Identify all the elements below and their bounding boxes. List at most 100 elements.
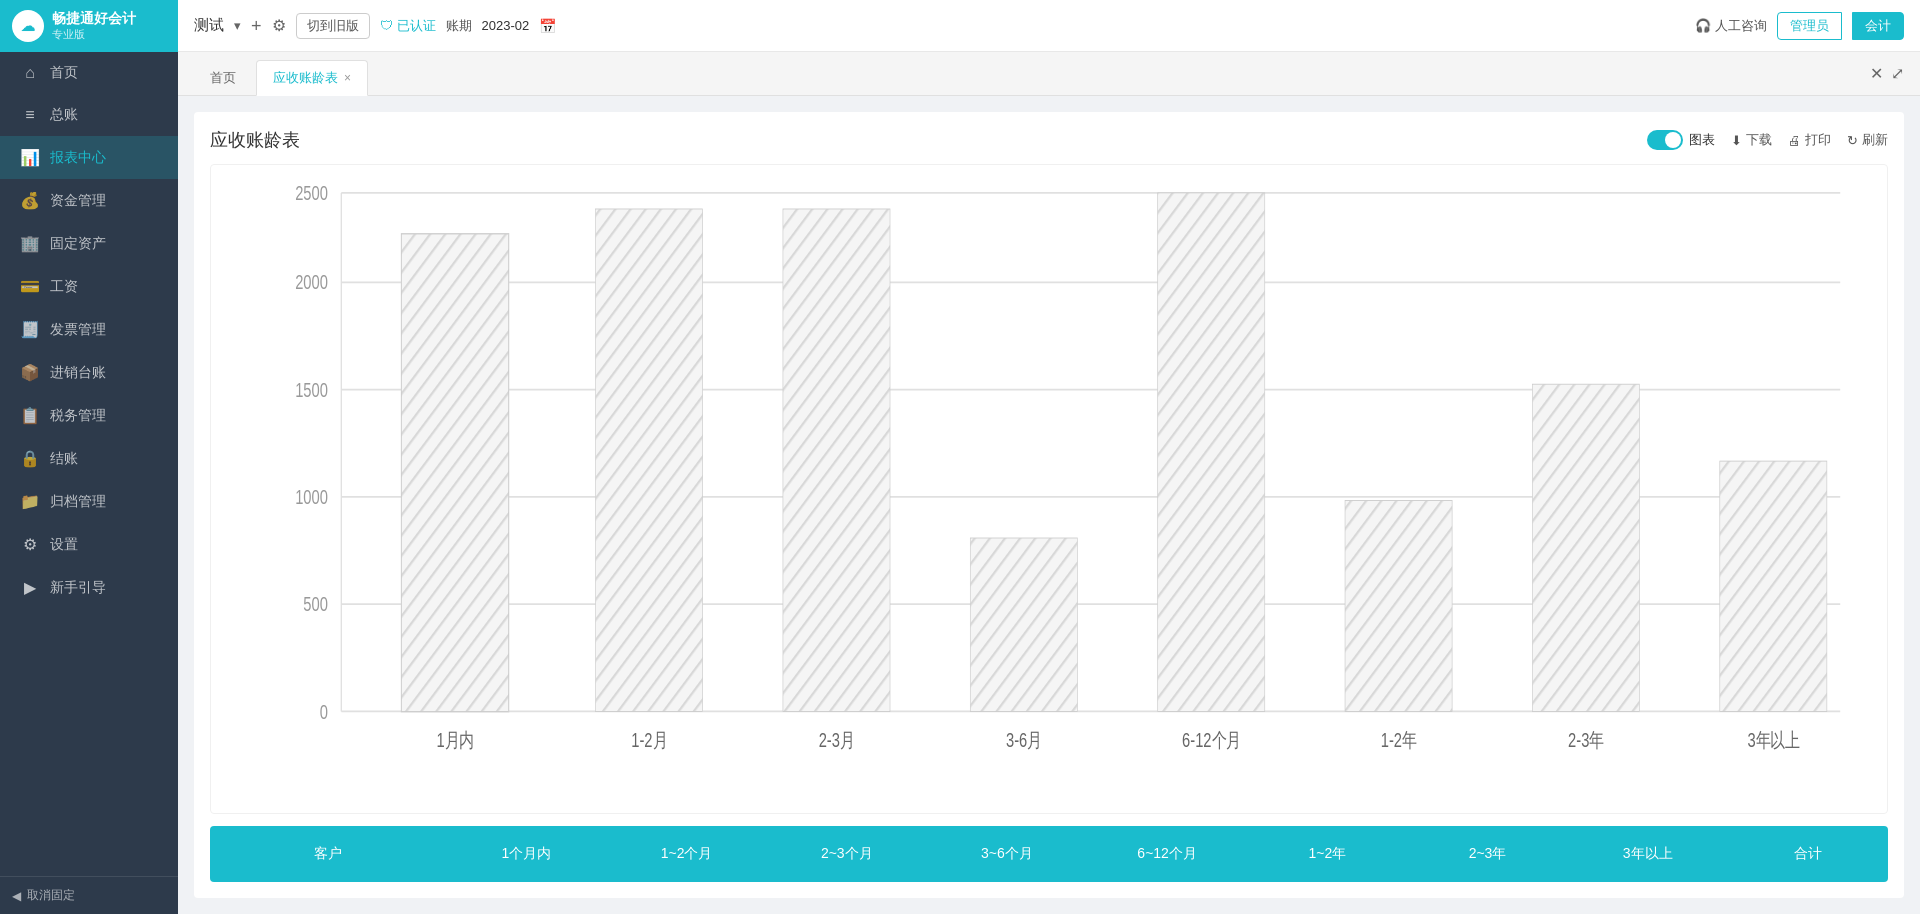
refresh-button[interactable]: ↻ 刷新 [1847, 131, 1888, 149]
period-label: 账期 [446, 17, 472, 35]
bar-chart: 0 500 1000 1500 2000 2500 [261, 175, 1867, 783]
report-actions: 图表 ⬇ 下载 🖨 打印 ↻ 刷新 [1647, 130, 1888, 150]
sidebar-item-label-payroll: 工资 [50, 278, 78, 296]
admin-button[interactable]: 管理员 [1777, 12, 1842, 40]
sidebar-item-icon-closing: 🔒 [20, 449, 40, 468]
sidebar-item-label-home: 首页 [50, 64, 78, 82]
sidebar-item-icon-tax: 📋 [20, 406, 40, 425]
calendar-icon[interactable]: 📅 [539, 18, 556, 34]
add-company-button[interactable]: + [251, 17, 262, 35]
sidebar-item-assets[interactable]: 🏢 固定资产 [0, 222, 178, 265]
svg-text:500: 500 [303, 593, 328, 616]
toggle-knob [1665, 132, 1681, 148]
sidebar-item-icon-payroll: 💳 [20, 277, 40, 296]
tab-close-aging[interactable]: × [344, 71, 351, 85]
svg-text:1-2年: 1-2年 [1381, 729, 1417, 752]
sidebar-item-label-funds: 资金管理 [50, 192, 106, 210]
sidebar-item-invoices[interactable]: 🧾 发票管理 [0, 308, 178, 351]
svg-text:2000: 2000 [295, 271, 328, 294]
svg-text:3-6月: 3-6月 [1006, 729, 1042, 752]
sidebar-item-home[interactable]: ⌂ 首页 [0, 52, 178, 94]
topbar: 测试 ▾ + ⚙ 切到旧版 🛡 已认证 账期 2023-02 📅 🎧 人工咨询 … [178, 0, 1920, 52]
chart-toggle[interactable]: 图表 [1647, 130, 1715, 150]
consult-label: 人工咨询 [1715, 17, 1767, 35]
svg-text:2-3月: 2-3月 [819, 729, 855, 752]
table-header-cell-2: 1~2个月 [606, 837, 766, 871]
svg-rect-19 [1345, 500, 1452, 711]
tabbar: 首页 应收账龄表 × ✕ ⤢ [178, 52, 1920, 96]
company-dropdown[interactable]: ▾ [234, 18, 241, 33]
certified-icon: 🛡 [380, 18, 393, 33]
sidebar-item-icon-funds: 💰 [20, 191, 40, 210]
download-label: 下载 [1746, 131, 1772, 149]
consult-button[interactable]: 🎧 人工咨询 [1695, 17, 1767, 35]
svg-text:1000: 1000 [295, 486, 328, 509]
sidebar-item-label-settings: 设置 [50, 536, 78, 554]
svg-text:6-12个月: 6-12个月 [1182, 729, 1240, 752]
table-header-cell-6: 1~2年 [1247, 837, 1407, 871]
sidebar-item-icon-inventory: 📦 [20, 363, 40, 382]
sidebar-item-guide[interactable]: ▶ 新手引导 [0, 566, 178, 609]
period-value: 2023-02 [482, 18, 530, 33]
sidebar-item-inventory[interactable]: 📦 进销台账 [0, 351, 178, 394]
toggle-switch[interactable] [1647, 130, 1683, 150]
svg-text:1500: 1500 [295, 379, 328, 402]
logo-text: 畅捷通好会计 专业版 [52, 10, 136, 42]
svg-rect-14 [402, 234, 509, 711]
expand-button[interactable]: ⤢ [1891, 64, 1904, 83]
svg-rect-21 [1720, 461, 1827, 711]
table-header-cell-9: 合计 [1728, 837, 1888, 871]
chart-area: 0 500 1000 1500 2000 2500 [210, 164, 1888, 814]
sidebar-item-label-invoices: 发票管理 [50, 321, 106, 339]
chart-toggle-label: 图表 [1689, 131, 1715, 149]
sidebar-item-icon-settings: ⚙ [20, 535, 40, 554]
sidebar-item-icon-assets: 🏢 [20, 234, 40, 253]
table-header-cell-0: 客户 [210, 837, 446, 871]
role-button[interactable]: 会计 [1852, 12, 1904, 40]
content-area: 应收账龄表 图表 ⬇ 下载 🖨 打印 [178, 96, 1920, 914]
download-button[interactable]: ⬇ 下载 [1731, 131, 1772, 149]
table-header-cell-4: 3~6个月 [927, 837, 1087, 871]
sidebar-item-tax[interactable]: 📋 税务管理 [0, 394, 178, 437]
sidebar-item-closing[interactable]: 🔒 结账 [0, 437, 178, 480]
refresh-icon: ↻ [1847, 133, 1858, 148]
print-icon: 🖨 [1788, 133, 1801, 148]
svg-rect-20 [1532, 384, 1639, 711]
print-button[interactable]: 🖨 打印 [1788, 131, 1831, 149]
tabbar-right: ✕ ⤢ [1870, 64, 1904, 83]
certified-label: 已认证 [397, 17, 436, 35]
tab-aging[interactable]: 应收账龄表 × [256, 60, 368, 96]
company-settings-icon[interactable]: ⚙ [272, 16, 286, 35]
tab-label-aging: 应收账龄表 [273, 69, 338, 87]
svg-text:0: 0 [320, 701, 328, 724]
company-name: 测试 [194, 16, 224, 35]
svg-rect-15 [596, 209, 703, 711]
unpin-button[interactable]: ◀ 取消固定 [0, 876, 178, 914]
sidebar-item-settings[interactable]: ⚙ 设置 [0, 523, 178, 566]
sidebar-item-label-closing: 结账 [50, 450, 78, 468]
sidebar-item-funds[interactable]: 💰 资金管理 [0, 179, 178, 222]
sidebar-item-label-inventory: 进销台账 [50, 364, 106, 382]
switch-old-version-button[interactable]: 切到旧版 [296, 13, 370, 39]
tab-label-home: 首页 [210, 69, 236, 87]
svg-text:1-2月: 1-2月 [631, 729, 667, 752]
sidebar-item-label-archive: 归档管理 [50, 493, 106, 511]
report-panel: 应收账龄表 图表 ⬇ 下载 🖨 打印 [194, 112, 1904, 898]
sidebar-logo: ☁ 畅捷通好会计 专业版 [0, 0, 178, 52]
sidebar-item-ledger[interactable]: ≡ 总账 [0, 94, 178, 136]
refresh-label: 刷新 [1862, 131, 1888, 149]
sidebar-item-payroll[interactable]: 💳 工资 [0, 265, 178, 308]
tab-home[interactable]: 首页 [194, 61, 252, 95]
logo-icon: ☁ [12, 10, 44, 42]
sidebar-item-archive[interactable]: 📁 归档管理 [0, 480, 178, 523]
sidebar-nav: ⌂ 首页 ≡ 总账 📊 报表中心 💰 资金管理 🏢 固定资产 💳 工资 🧾 发票… [0, 52, 178, 876]
table-header-cell-1: 1个月内 [446, 837, 606, 871]
consult-icon: 🎧 [1695, 18, 1711, 33]
sidebar-item-label-assets: 固定资产 [50, 235, 106, 253]
sidebar-item-label-reports: 报表中心 [50, 149, 106, 167]
svg-text:2500: 2500 [295, 182, 328, 205]
sidebar-item-reports[interactable]: 📊 报表中心 [0, 136, 178, 179]
print-label: 打印 [1805, 131, 1831, 149]
table-header-cell-8: 3年以上 [1568, 837, 1728, 871]
close-tab-button[interactable]: ✕ [1870, 64, 1883, 83]
